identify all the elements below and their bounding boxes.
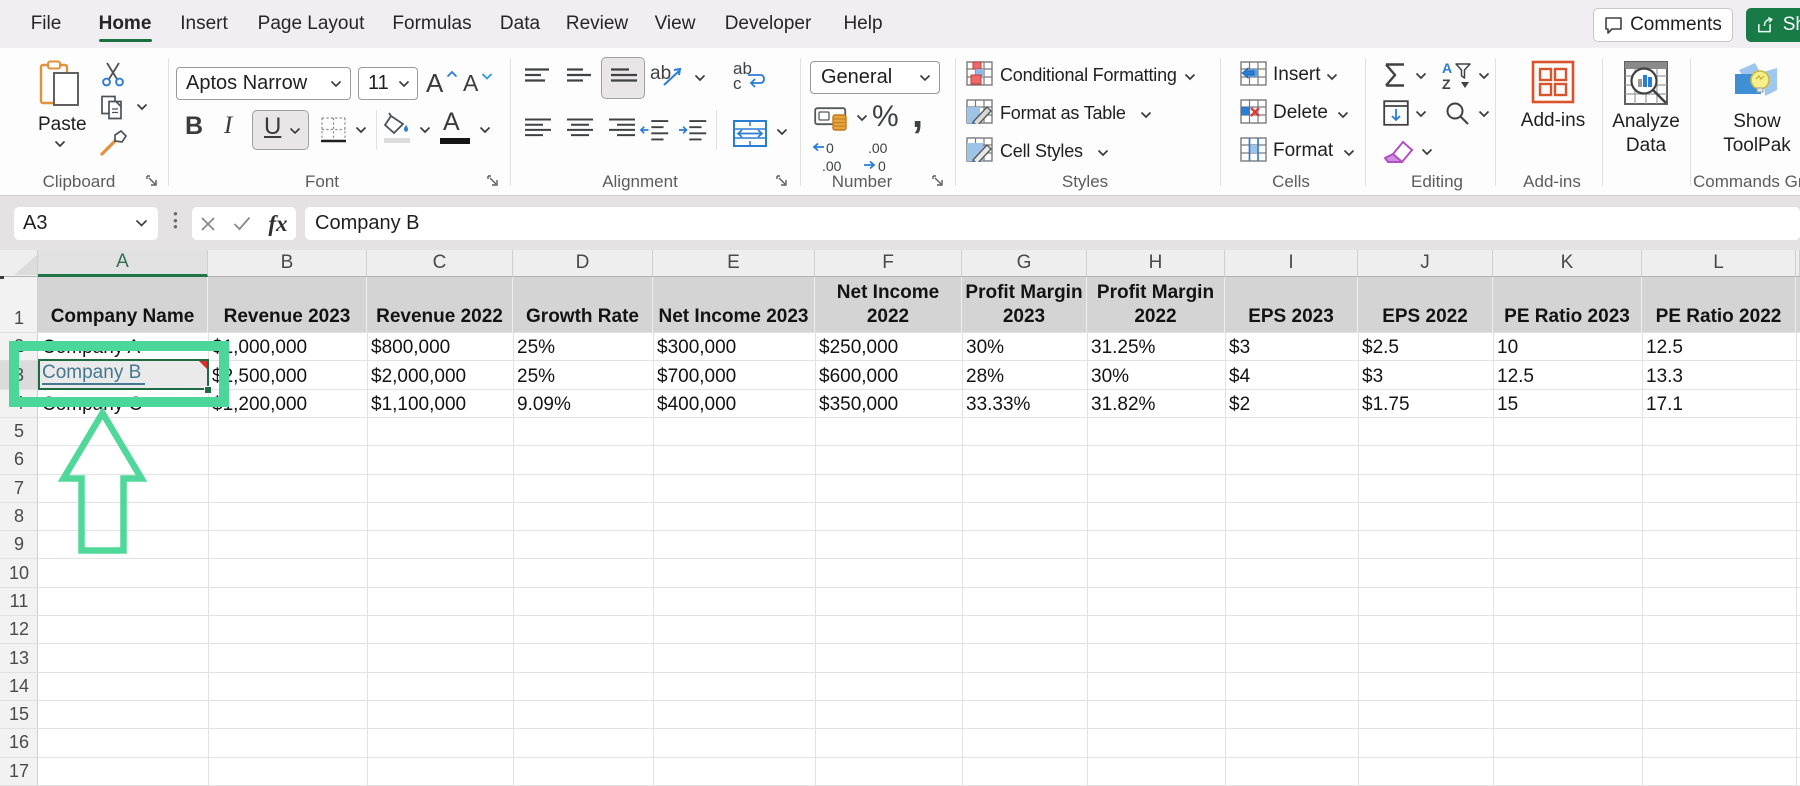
svg-text:.00: .00 xyxy=(822,158,842,174)
svg-text:A: A xyxy=(1442,60,1452,76)
svg-text:.00: .00 xyxy=(868,140,888,156)
svg-text:Z: Z xyxy=(1442,76,1451,90)
svg-text:0: 0 xyxy=(878,158,886,174)
svg-text:0: 0 xyxy=(826,140,834,156)
